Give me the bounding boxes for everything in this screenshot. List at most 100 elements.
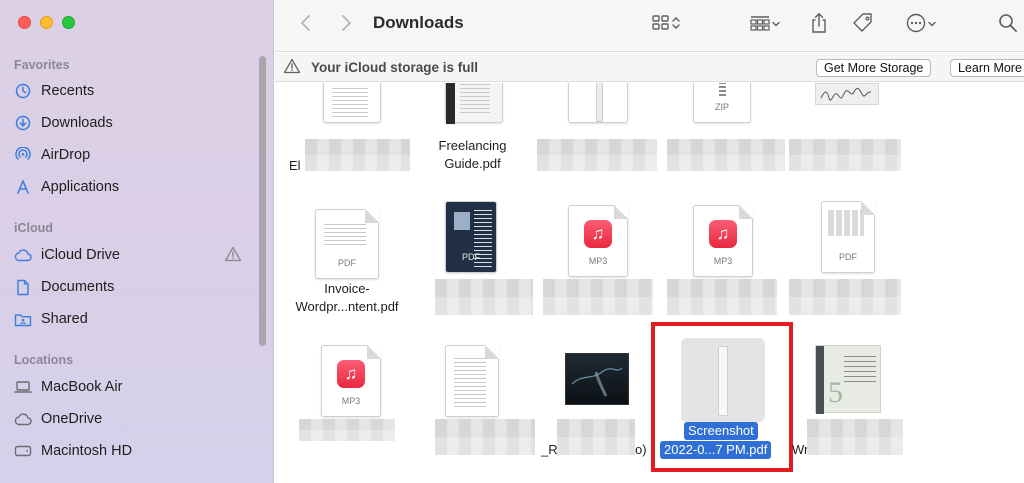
- file-grid: El Freelancing Guide.pdf ZIP PDF Invoice…: [275, 83, 1024, 483]
- zoom-window-button[interactable]: [62, 16, 75, 29]
- file-name: _R: [541, 442, 558, 457]
- file-name: Invoice- Wordpr...ntent.pdf: [295, 281, 399, 314]
- tag-icon: [852, 12, 874, 39]
- share-button[interactable]: [807, 12, 831, 38]
- mp3-file-icon: ♫ MP3: [321, 345, 381, 417]
- download-circle-icon: [14, 114, 32, 132]
- file-name: Screenshot: [684, 422, 758, 440]
- cloud-icon: [14, 410, 32, 428]
- zip-archive-icon: ZIP: [693, 83, 751, 123]
- chevron-right-icon: [340, 14, 352, 37]
- redacted-filename: [537, 139, 657, 171]
- music-note-icon: ♫: [337, 360, 365, 388]
- sidebar-item-onedrive[interactable]: OneDrive: [14, 406, 250, 432]
- sidebar-item-icloud-drive[interactable]: iCloud Drive: [14, 242, 250, 268]
- file-name-suffix: Wr: [792, 442, 809, 457]
- sidebar-heading-locations: Locations: [14, 353, 74, 367]
- chevron-down-icon: [927, 16, 937, 34]
- airdrop-icon: [14, 146, 32, 164]
- sidebar-item-label: Recents: [41, 83, 95, 99]
- cloud-icon: [14, 246, 32, 264]
- sidebar-scrollbar[interactable]: [259, 56, 266, 346]
- clock-icon: [14, 82, 32, 100]
- book-cover-icon: 5: [815, 345, 881, 414]
- redacted-filename: [435, 419, 535, 455]
- pdf-document-icon: [323, 83, 381, 123]
- close-window-button[interactable]: [18, 16, 31, 29]
- icon-grid-icon: [651, 14, 671, 37]
- disk-icon: [14, 442, 32, 460]
- sidebar-item-documents[interactable]: Documents: [14, 274, 250, 300]
- redacted-filename: [543, 279, 653, 315]
- mp3-file-icon: ♫ MP3: [693, 205, 753, 277]
- pdf-document-icon: PDF: [821, 201, 875, 273]
- forward-button[interactable]: [335, 12, 357, 38]
- sidebar-item-downloads[interactable]: Downloads: [14, 110, 250, 136]
- redacted-filename: [305, 139, 410, 171]
- back-button[interactable]: [295, 12, 317, 38]
- view-mode-button[interactable]: [644, 12, 688, 38]
- redacted-filename: [789, 139, 901, 171]
- warning-icon: [283, 58, 301, 79]
- sidebar-item-shared[interactable]: Shared: [14, 306, 250, 332]
- sidebar-item-label: AirDrop: [41, 147, 91, 163]
- redacted-filename: [789, 279, 901, 315]
- sidebar-item-label: MacBook Air: [41, 379, 123, 395]
- file-name: El: [289, 158, 301, 173]
- sidebar-heading-icloud: iCloud: [14, 221, 53, 235]
- learn-more-button[interactable]: Learn More: [950, 59, 1024, 77]
- image-file-icon: [568, 83, 628, 123]
- sidebar-item-airdrop[interactable]: AirDrop: [14, 142, 250, 168]
- music-note-icon: ♫: [709, 220, 737, 248]
- sidebar-item-label: iCloud Drive: [41, 247, 120, 263]
- minimize-window-button[interactable]: [40, 16, 53, 29]
- sidebar-heading-favorites: Favorites: [14, 58, 70, 72]
- toolbar: Downloads: [275, 0, 1024, 52]
- shared-folder-icon: [14, 310, 32, 328]
- window-title: Downloads: [373, 13, 464, 32]
- redacted-filename: [557, 419, 635, 455]
- sidebar-item-macintosh-hd[interactable]: Macintosh HD: [14, 438, 250, 464]
- file-name-line2: 2022-0...7 PM.pdf: [660, 441, 772, 459]
- icloud-storage-banner: Your iCloud storage is full Get More Sto…: [275, 53, 1024, 82]
- sidebar-item-recents[interactable]: Recents: [14, 78, 250, 104]
- redacted-filename: [667, 279, 777, 315]
- pdf-document-icon: [445, 83, 503, 124]
- redacted-filename: [807, 419, 903, 455]
- pdf-document-icon: [445, 345, 499, 417]
- sidebar-item-label: Macintosh HD: [41, 443, 133, 459]
- redacted-filename: [299, 419, 395, 441]
- get-more-storage-button[interactable]: Get More Storage: [816, 59, 932, 77]
- music-note-icon: ♫: [584, 220, 612, 248]
- screenshot-thumbnail-icon: [681, 338, 765, 422]
- sidebar-item-label: Applications: [41, 179, 120, 195]
- warning-icon[interactable]: [224, 246, 242, 266]
- sidebar-item-label: Downloads: [41, 115, 113, 131]
- redacted-filename: [667, 139, 785, 171]
- sidebar-item-applications[interactable]: Applications: [14, 174, 250, 200]
- redacted-filename: [435, 279, 533, 315]
- file-name: Freelancing Guide.pdf: [438, 138, 507, 171]
- mp3-file-icon: ♫ MP3: [568, 205, 628, 277]
- group-grid-icon: [749, 14, 771, 37]
- tags-button[interactable]: [850, 12, 876, 38]
- sidebar: Favorites Recents Downloads AirDrop Appl…: [0, 0, 274, 483]
- sidebar-item-macbook-air[interactable]: MacBook Air: [14, 374, 250, 400]
- signature-image-icon: [815, 83, 879, 105]
- sidebar-item-label: Documents: [41, 279, 115, 295]
- sidebar-item-label: Shared: [41, 311, 88, 327]
- banner-message: Your iCloud storage is full: [311, 60, 479, 75]
- laptop-icon: [14, 378, 32, 396]
- sidebar-item-label: OneDrive: [41, 411, 103, 427]
- search-icon: [998, 13, 1018, 38]
- more-actions-button[interactable]: [900, 12, 942, 38]
- ellipsis-circle-icon: [905, 12, 927, 39]
- chevron-down-icon: [771, 16, 781, 34]
- applications-icon: [14, 178, 32, 196]
- window-controls: [18, 16, 75, 29]
- group-by-button[interactable]: [743, 12, 787, 38]
- search-button[interactable]: [996, 12, 1020, 38]
- image-file-icon: [565, 353, 629, 405]
- pdf-document-icon: PDF: [315, 209, 379, 279]
- chevron-left-icon: [300, 14, 312, 37]
